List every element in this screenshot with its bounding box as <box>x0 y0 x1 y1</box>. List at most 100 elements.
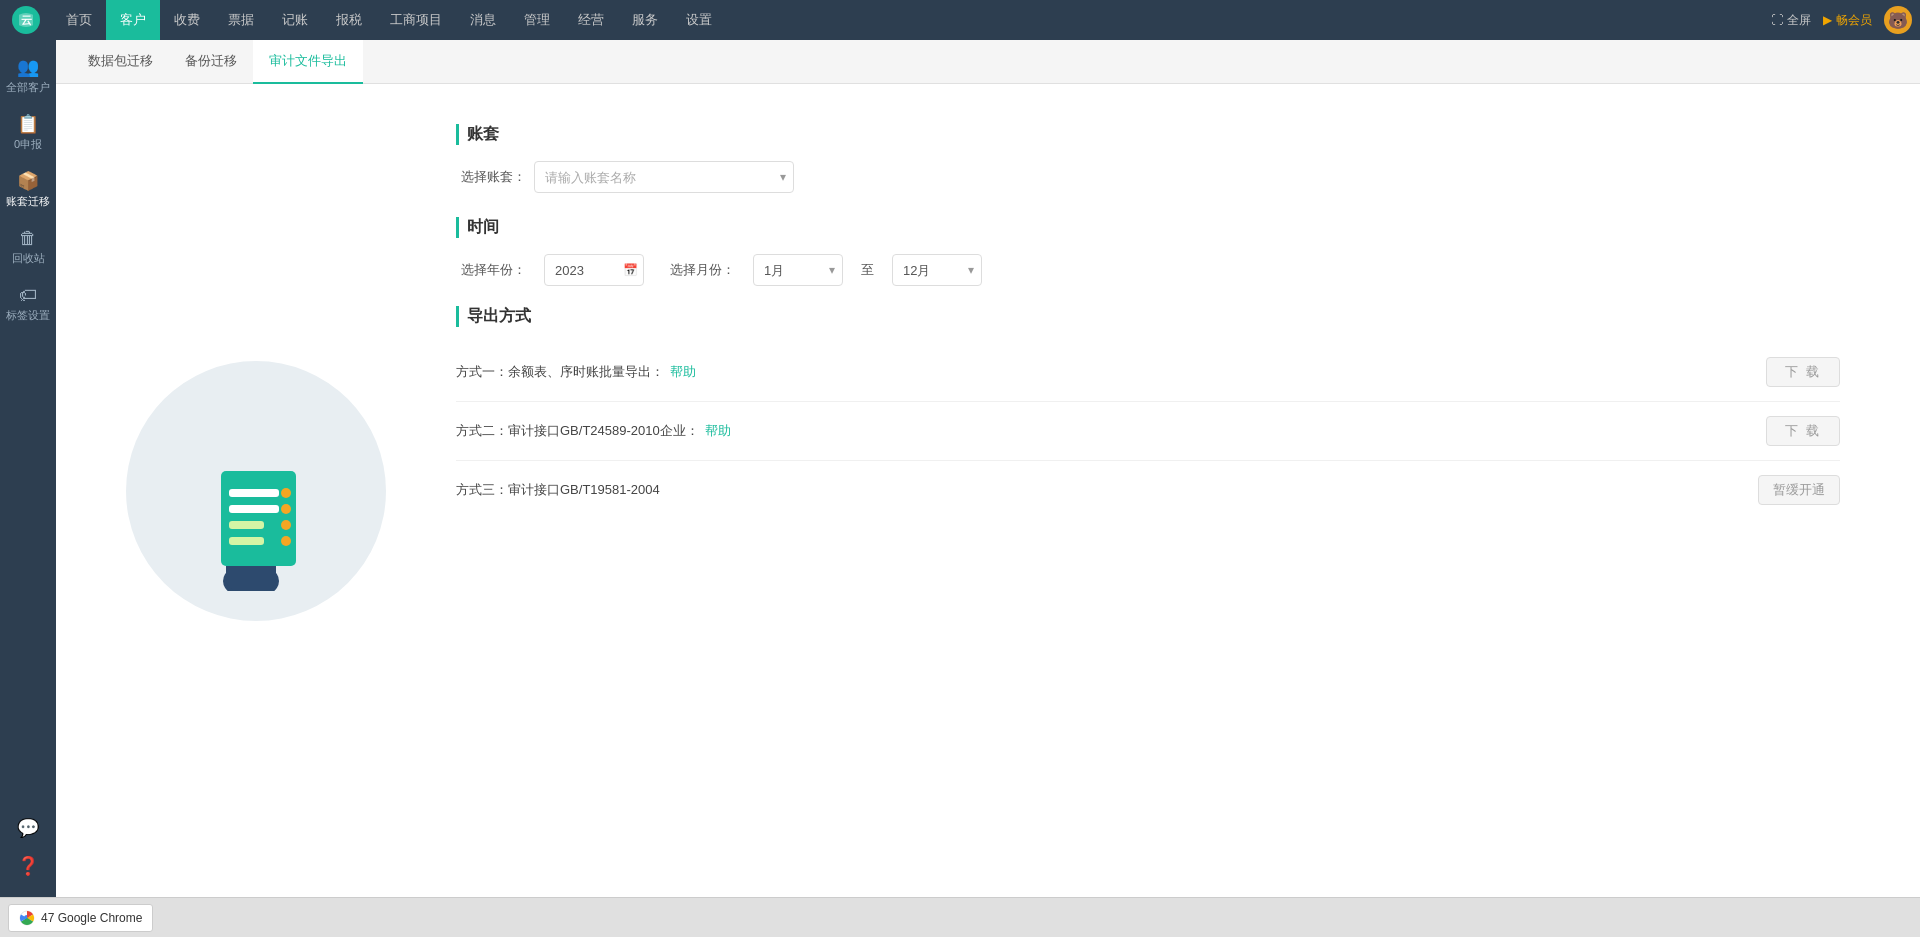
sidebar: 👥 全部客户 📋 0申报 📦 账套迁移 🗑 回收站 🏷 标签设置 💬 ❓ <box>0 40 56 897</box>
export-section-title: 导出方式 <box>456 306 1840 327</box>
year-input-wrapper: 2023 <box>544 254 644 286</box>
export-method-3-label: 方式三：审计接口GB/T19581-2004 <box>456 481 660 499</box>
account-form-row: 选择账套： 请输入账套名称 <box>456 161 1840 193</box>
account-migrate-icon: 📦 <box>17 172 39 190</box>
taskbar-chrome-label: 47 Google Chrome <box>41 911 142 925</box>
account-select[interactable]: 请输入账套名称 <box>534 161 794 193</box>
export-method-3-soon-btn[interactable]: 暂缓开通 <box>1758 475 1840 505</box>
help-icon: ❓ <box>17 857 39 875</box>
sidebar-item-label: 0申报 <box>14 137 42 152</box>
export-method-3-left: 方式三：审计接口GB/T19581-2004 <box>456 481 660 499</box>
nav-business[interactable]: 工商项目 <box>376 0 456 40</box>
time-section-title: 时间 <box>456 217 1840 238</box>
svg-rect-11 <box>229 521 264 529</box>
zero-declare-icon: 📋 <box>17 115 39 133</box>
nav-items: 首页 客户 收费 票据 记账 报税 工商项目 消息 管理 经营 服务 设置 <box>52 0 1771 40</box>
vip-icon: ▶ <box>1823 13 1832 27</box>
export-method-1: 方式一：余额表、序时账批量导出： 帮助 下 载 <box>456 343 1840 402</box>
nav-bookkeeping[interactable]: 记账 <box>268 0 322 40</box>
year-input[interactable]: 2023 <box>544 254 644 286</box>
illustration-area <box>96 114 416 867</box>
chrome-icon <box>19 910 35 926</box>
recycle-icon: 🗑 <box>19 229 37 247</box>
svg-point-14 <box>281 504 291 514</box>
export-method-3: 方式三：审计接口GB/T19581-2004 暂缓开通 <box>456 461 1840 519</box>
month-label: 选择月份： <box>670 261 735 279</box>
sidebar-item-label: 账套迁移 <box>6 194 50 209</box>
sidebar-item-all-customers[interactable]: 👥 全部客户 <box>0 48 56 105</box>
fullscreen-icon: ⛶ <box>1771 13 1783 27</box>
sidebar-item-recycle[interactable]: 🗑 回收站 <box>0 219 56 276</box>
nav-message[interactable]: 消息 <box>456 0 510 40</box>
avatar[interactable]: 🐻 <box>1884 6 1912 34</box>
export-method-1-help[interactable]: 帮助 <box>670 363 696 381</box>
sidebar-item-chat[interactable]: 💬 <box>0 809 56 847</box>
vip-button[interactable]: ▶ 畅会员 <box>1823 12 1872 29</box>
export-section: 导出方式 方式一：余额表、序时账批量导出： 帮助 下 载 方式二：审计接口GB/… <box>456 306 1840 519</box>
main-layout: 👥 全部客户 📋 0申报 📦 账套迁移 🗑 回收站 🏷 标签设置 💬 ❓ <box>0 40 1920 897</box>
nav-tax[interactable]: 报税 <box>322 0 376 40</box>
sidebar-item-zero-declare[interactable]: 📋 0申报 <box>0 105 56 162</box>
nav-billing[interactable]: 收费 <box>160 0 214 40</box>
fullscreen-label: 全屏 <box>1787 12 1811 29</box>
tab-bar: 数据包迁移 备份迁移 审计文件导出 <box>56 40 1920 84</box>
sidebar-item-tag-settings[interactable]: 🏷 标签设置 <box>0 276 56 333</box>
svg-point-16 <box>281 536 291 546</box>
sidebar-item-help[interactable]: ❓ <box>0 847 56 885</box>
illustration-circle <box>126 361 386 621</box>
time-form-row: 选择年份： 2023 选择月份： 1月2月3月 4月5月6月 7月8月9月 10… <box>456 254 1840 286</box>
export-method-2-left: 方式二：审计接口GB/T24589-2010企业： 帮助 <box>456 422 731 440</box>
sidebar-item-account-migrate[interactable]: 📦 账套迁移 <box>0 162 56 219</box>
sidebar-item-label: 回收站 <box>12 251 45 266</box>
account-select-wrapper: 请输入账套名称 <box>534 161 794 193</box>
nav-manage[interactable]: 管理 <box>510 0 564 40</box>
svg-rect-10 <box>229 505 279 513</box>
svg-rect-9 <box>229 489 279 497</box>
nav-operation[interactable]: 经营 <box>564 0 618 40</box>
tag-settings-icon: 🏷 <box>19 286 37 304</box>
export-method-2-label: 方式二：审计接口GB/T24589-2010企业： <box>456 422 699 440</box>
top-nav-right: ⛶ 全屏 ▶ 畅会员 🐻 <box>1771 6 1912 34</box>
month-end-wrapper: 1月2月3月 4月5月6月 7月8月9月 10月11月12月 <box>892 254 982 286</box>
sidebar-bottom: 💬 ❓ <box>0 809 56 897</box>
to-text: 至 <box>861 261 874 279</box>
export-method-2-download-btn[interactable]: 下 载 <box>1766 416 1840 446</box>
nav-customer[interactable]: 客户 <box>106 0 160 40</box>
month-end-select[interactable]: 1月2月3月 4月5月6月 7月8月9月 10月11月12月 <box>892 254 982 286</box>
tab-backup-migrate[interactable]: 备份迁移 <box>169 40 253 84</box>
month-start-wrapper: 1月2月3月 4月5月6月 7月8月9月 10月11月12月 <box>753 254 843 286</box>
tab-data-migrate[interactable]: 数据包迁移 <box>72 40 169 84</box>
month-start-select[interactable]: 1月2月3月 4月5月6月 7月8月9月 10月11月12月 <box>753 254 843 286</box>
logo[interactable]: 云 <box>8 2 44 38</box>
page-body: 账套 选择账套： 请输入账套名称 时间 选择年份： 2023 <box>56 84 1920 897</box>
vip-label: 畅会员 <box>1836 12 1872 29</box>
export-method-1-label: 方式一：余额表、序时账批量导出： <box>456 363 664 381</box>
svg-rect-12 <box>229 537 264 545</box>
nav-home[interactable]: 首页 <box>52 0 106 40</box>
nav-service[interactable]: 服务 <box>618 0 672 40</box>
svg-rect-8 <box>221 471 296 566</box>
content-area: 数据包迁移 备份迁移 审计文件导出 <box>56 40 1920 897</box>
sidebar-item-label: 全部客户 <box>6 80 50 95</box>
account-section-title: 账套 <box>456 124 1840 145</box>
export-method-2: 方式二：审计接口GB/T24589-2010企业： 帮助 下 载 <box>456 402 1840 461</box>
svg-text:云: 云 <box>21 14 32 26</box>
svg-point-15 <box>281 520 291 530</box>
form-area: 账套 选择账套： 请输入账套名称 时间 选择年份： 2023 <box>416 114 1880 867</box>
nav-settings[interactable]: 设置 <box>672 0 726 40</box>
export-method-1-download-btn[interactable]: 下 载 <box>1766 357 1840 387</box>
sidebar-item-label: 标签设置 <box>6 308 50 323</box>
taskbar: 47 Google Chrome <box>0 897 1920 937</box>
svg-point-13 <box>281 488 291 498</box>
chat-icon: 💬 <box>17 819 39 837</box>
fullscreen-button[interactable]: ⛶ 全屏 <box>1771 12 1811 29</box>
export-method-1-left: 方式一：余额表、序时账批量导出： 帮助 <box>456 363 696 381</box>
all-customers-icon: 👥 <box>17 58 39 76</box>
illustration-svg <box>166 391 346 591</box>
tab-audit-export[interactable]: 审计文件导出 <box>253 40 363 84</box>
export-method-2-help[interactable]: 帮助 <box>705 422 731 440</box>
top-nav: 云 首页 客户 收费 票据 记账 报税 工商项目 消息 管理 经营 服务 设置 … <box>0 0 1920 40</box>
nav-invoice[interactable]: 票据 <box>214 0 268 40</box>
taskbar-chrome[interactable]: 47 Google Chrome <box>8 904 153 932</box>
year-label: 选择年份： <box>456 261 526 279</box>
